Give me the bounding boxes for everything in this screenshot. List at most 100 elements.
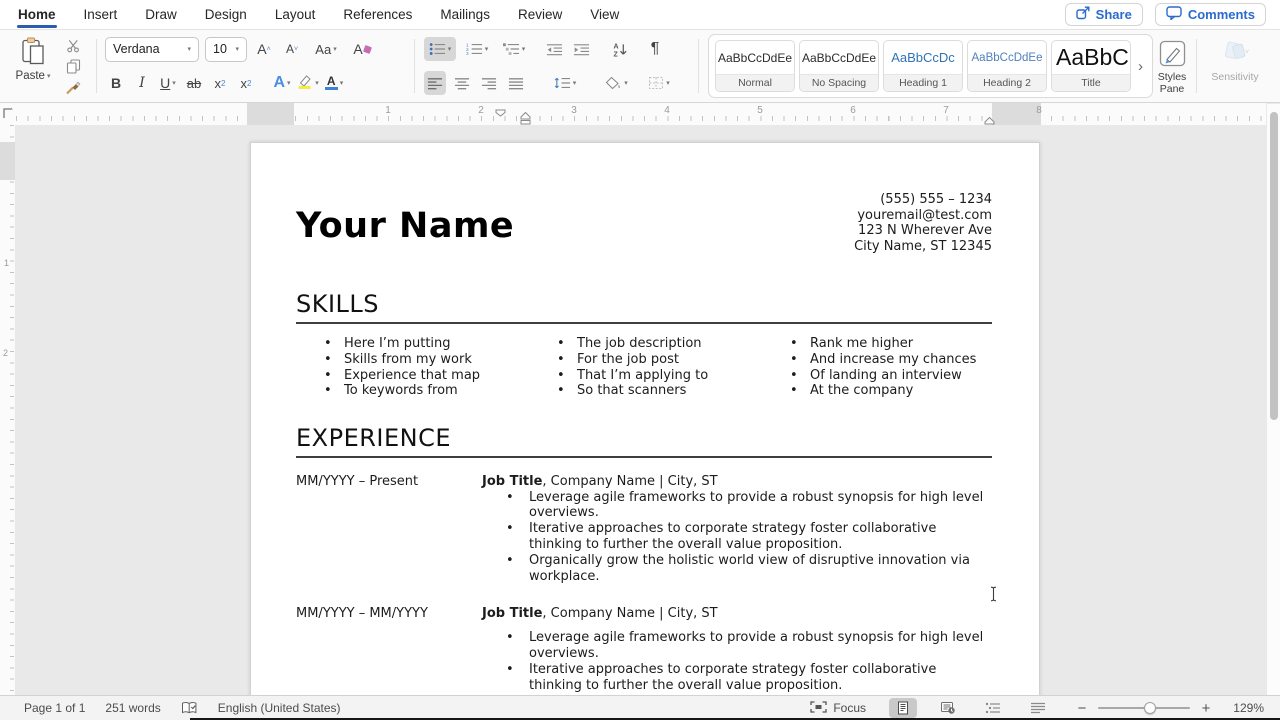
vertical-scrollbar[interactable] xyxy=(1266,104,1280,695)
highlight-button[interactable]: ▾ xyxy=(297,71,319,95)
sensitivity-button: ˅ Sensitivity xyxy=(1204,34,1266,83)
paste-button[interactable]: Paste▾ xyxy=(10,34,56,97)
vertical-ruler: 1 2 xyxy=(0,125,16,695)
tab-references[interactable]: References xyxy=(329,0,426,30)
list-item: Experience that map xyxy=(314,368,547,384)
ribbon-tabs: Home Insert Draw Design Layout Reference… xyxy=(0,0,633,30)
tab-draw[interactable]: Draw xyxy=(131,0,191,30)
decrease-indent-button[interactable] xyxy=(543,37,565,61)
mouse-cursor-ibeam xyxy=(988,586,999,602)
increase-indent-button[interactable] xyxy=(570,37,592,61)
borders-button[interactable]: ▾ xyxy=(642,71,676,95)
print-layout-view-button[interactable] xyxy=(889,698,917,718)
resume-name: Your Name xyxy=(296,205,514,247)
scrollbar-thumb[interactable] xyxy=(1270,112,1278,420)
cut-button[interactable] xyxy=(62,36,84,55)
list-item: So that scanners xyxy=(547,383,780,399)
tab-insert[interactable]: Insert xyxy=(70,0,132,30)
section-rule xyxy=(296,322,992,324)
list-item: Iterative approaches to corporate strate… xyxy=(482,662,992,694)
tab-layout[interactable]: Layout xyxy=(261,0,330,30)
zoom-slider[interactable] xyxy=(1098,707,1190,709)
group-divider xyxy=(414,39,415,93)
font-color-button[interactable]: A▾ xyxy=(323,71,345,95)
numbering-button[interactable]: 123▾ xyxy=(461,37,493,61)
experience-entry: MM/YYYY – Present Job Title, Company Nam… xyxy=(296,474,992,585)
sort-button[interactable]: AZ xyxy=(609,37,631,61)
change-case-button[interactable]: Aa▾ xyxy=(315,37,337,61)
copy-button[interactable] xyxy=(62,57,84,76)
highlighter-icon xyxy=(297,74,313,92)
more-styles-button[interactable]: › xyxy=(1135,58,1146,75)
proofing-icon[interactable] xyxy=(181,701,198,715)
align-left-button[interactable] xyxy=(424,71,446,95)
zoom-out-button[interactable]: − xyxy=(1075,700,1089,717)
clear-formatting-button[interactable]: A xyxy=(351,37,373,61)
comments-button[interactable]: Comments xyxy=(1155,3,1266,26)
draft-view-button[interactable] xyxy=(1024,698,1052,718)
shading-button[interactable]: ▾ xyxy=(601,71,633,95)
skills-heading: SKILLS xyxy=(296,291,992,319)
word-count[interactable]: 251 words xyxy=(105,701,160,715)
chevron-down-icon: ▾ xyxy=(573,80,577,87)
list-item: Rank me higher xyxy=(780,336,992,352)
align-center-button[interactable] xyxy=(451,71,473,95)
style-title[interactable]: AaBbC Title xyxy=(1051,40,1131,92)
line-spacing-button[interactable]: ▾ xyxy=(548,71,582,95)
tab-review[interactable]: Review xyxy=(504,0,576,30)
list-item: Skills from my work xyxy=(314,352,547,368)
subscript-button[interactable]: x2 xyxy=(209,71,231,95)
group-divider xyxy=(1196,39,1197,93)
page-count[interactable]: Page 1 of 1 xyxy=(24,701,85,715)
zoom-slider-thumb[interactable] xyxy=(1144,702,1156,714)
format-painter-button[interactable] xyxy=(62,78,84,97)
tab-home[interactable]: Home xyxy=(4,0,70,30)
language-status[interactable]: English (United States) xyxy=(218,701,341,715)
svg-text:˅: ˅ xyxy=(1245,49,1249,56)
left-margin-area xyxy=(247,103,294,125)
focus-toggle[interactable]: Focus xyxy=(810,701,866,716)
style-heading-1[interactable]: AaBbCcDc Heading 1 xyxy=(883,40,963,92)
contact-address: 123 N Wherever Ave xyxy=(854,223,992,239)
web-layout-view-button[interactable] xyxy=(934,698,962,718)
align-right-button[interactable] xyxy=(478,71,500,95)
paragraph-marks-button[interactable]: ¶ xyxy=(644,37,666,61)
italic-button[interactable]: I xyxy=(131,71,153,95)
shrink-font-button[interactable]: A˅ xyxy=(281,37,303,61)
style-heading-2[interactable]: AaBbCcDdEe Heading 2 xyxy=(967,40,1047,92)
bold-button[interactable]: B xyxy=(105,71,127,95)
justify-button[interactable] xyxy=(505,71,527,95)
zoom-in-button[interactable]: + xyxy=(1199,700,1213,717)
font-name-select[interactable]: Verdana▾ xyxy=(105,37,199,62)
grow-font-button[interactable]: A˄ xyxy=(253,37,275,61)
bullets-button[interactable]: ▾ xyxy=(424,37,456,61)
contact-city: City Name, ST 12345 xyxy=(854,239,992,255)
text-effects-button[interactable]: A▾ xyxy=(271,71,293,95)
group-divider xyxy=(698,39,699,93)
tab-mailings[interactable]: Mailings xyxy=(426,0,504,30)
first-line-indent-marker[interactable] xyxy=(495,104,506,122)
clipboard-group: Paste▾ xyxy=(10,34,84,97)
chevron-down-icon: ▾ xyxy=(229,46,239,53)
document-page[interactable]: Your Name (555) 555 – 1234 youremail@tes… xyxy=(250,142,1040,695)
hanging-indent-marker[interactable] xyxy=(520,111,531,125)
svg-text:Z: Z xyxy=(613,51,618,56)
styles-pane-button[interactable]: Styles Pane xyxy=(1146,34,1198,95)
underline-button[interactable]: U▾ xyxy=(157,71,179,95)
zoom-level[interactable]: 129% xyxy=(1228,701,1264,715)
strikethrough-button[interactable]: ab xyxy=(183,71,205,95)
share-button[interactable]: Share xyxy=(1065,3,1143,26)
document-canvas: 1 2 Your Name (555) 555 – 1234 youremail… xyxy=(0,125,1280,695)
style-no-spacing[interactable]: AaBbCcDdEe No Spacing xyxy=(799,40,879,92)
tab-view[interactable]: View xyxy=(576,0,633,30)
tab-selector-icon[interactable] xyxy=(2,106,14,125)
right-indent-marker[interactable] xyxy=(984,112,995,125)
style-normal[interactable]: AaBbCcDdEe Normal xyxy=(715,40,795,92)
outline-view-button[interactable] xyxy=(979,698,1007,718)
font-size-select[interactable]: 10▾ xyxy=(205,37,247,62)
resume-contact-block: (555) 555 – 1234 youremail@test.com 123 … xyxy=(854,192,992,254)
multilevel-list-button[interactable]: ▾ xyxy=(498,37,530,61)
tab-design[interactable]: Design xyxy=(191,0,261,30)
horizontal-ruler: 1 2 3 4 5 6 7 8 xyxy=(0,103,1266,125)
superscript-button[interactable]: x2 xyxy=(235,71,257,95)
